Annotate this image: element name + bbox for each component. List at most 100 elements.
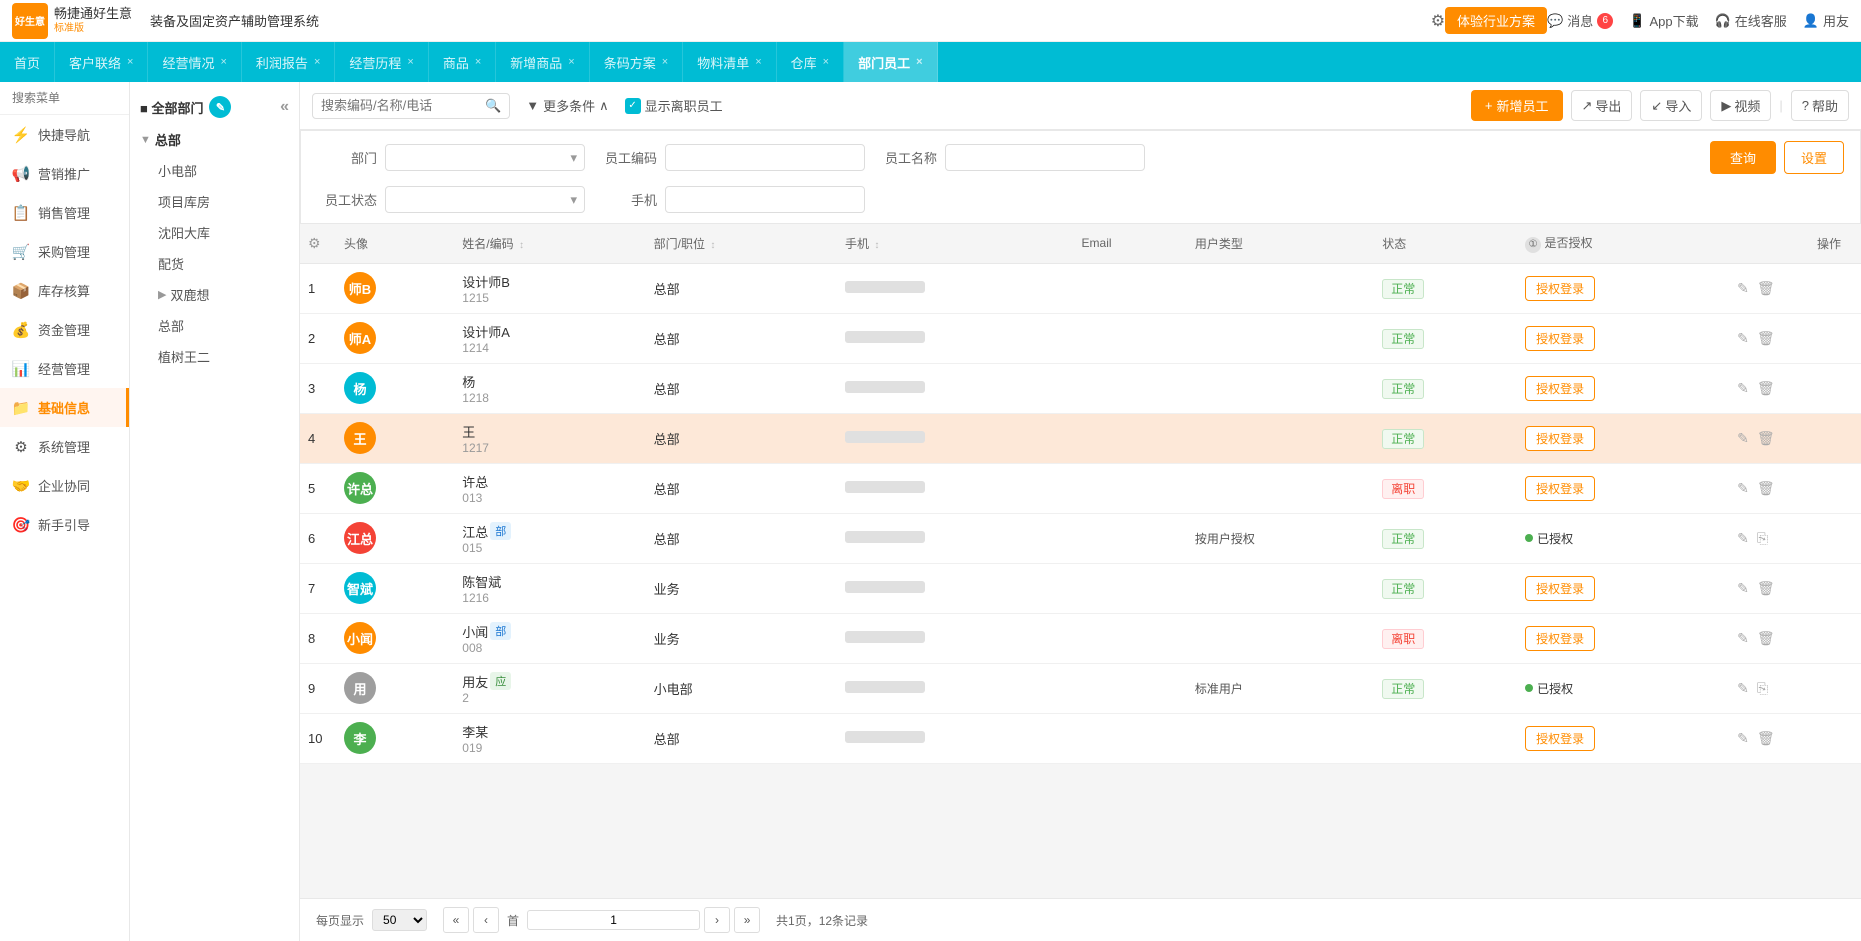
tab-close-history[interactable]: × [407, 56, 413, 68]
auth-button[interactable]: 授权登录 [1525, 476, 1595, 501]
edit-icon[interactable]: ✎ [1737, 380, 1749, 397]
auth-button[interactable]: 授权登录 [1525, 576, 1595, 601]
dept-item-xiaodian[interactable]: 小电部 [150, 155, 299, 186]
settings-icon[interactable]: ⚙ [1431, 11, 1445, 31]
import-button[interactable]: ↙ 导入 [1640, 90, 1702, 121]
delete-icon[interactable]: 🗑 [1757, 280, 1775, 297]
tab-close-operation[interactable]: × [220, 56, 226, 68]
add-employee-button[interactable]: + 新增员工 [1471, 90, 1563, 121]
sidebar-item-collab[interactable]: 🤝 企业协同 [0, 466, 129, 505]
tab-history[interactable]: 经营历程× [335, 42, 428, 82]
dept-tree-collapse[interactable]: « [280, 98, 289, 116]
next-page-button[interactable]: › [704, 907, 730, 933]
filter-setting-button[interactable]: 设置 [1784, 141, 1844, 174]
edit-icon[interactable]: ✎ [1737, 730, 1749, 747]
delete-icon[interactable]: 🗑 [1757, 730, 1775, 747]
user-action[interactable]: 👤 用友 [1803, 11, 1849, 30]
sidebar-item-quicknav[interactable]: ⚡ 快捷导航 [0, 115, 129, 154]
first-page-button[interactable]: « [443, 907, 469, 933]
online-service-action[interactable]: 🎧 在线客服 [1715, 11, 1787, 30]
sidebar-item-inventory[interactable]: 📦 库存核算 [0, 271, 129, 310]
dept-item-zhishu[interactable]: 植树王二 [150, 341, 299, 372]
page-number-input[interactable] [527, 910, 700, 930]
employee-search-input[interactable] [321, 98, 481, 113]
tab-home[interactable]: 首页 [0, 42, 55, 82]
sidebar-search-input[interactable] [12, 91, 130, 105]
emp-name-input[interactable] [945, 144, 1145, 171]
experience-button[interactable]: 体验行业方案 [1445, 7, 1547, 34]
edit-icon[interactable]: ✎ [1737, 480, 1749, 497]
edit-icon[interactable]: ✎ [1737, 430, 1749, 447]
sidebar-item-management[interactable]: 📊 经营管理 [0, 349, 129, 388]
edit-icon[interactable]: ✎ [1737, 280, 1749, 297]
emp-status-select[interactable] [385, 186, 585, 213]
phone-input[interactable] [665, 186, 865, 213]
help-button[interactable]: ? 帮助 [1791, 90, 1849, 121]
dept-select[interactable] [385, 144, 585, 171]
delete-icon[interactable]: 🗑 [1757, 480, 1775, 497]
auth-button[interactable]: 授权登录 [1525, 276, 1595, 301]
tab-product[interactable]: 商品× [429, 42, 496, 82]
tab-warehouse[interactable]: 仓库× [777, 42, 844, 82]
dept-item-zongbu[interactable]: 总部 [150, 310, 299, 341]
auth-button[interactable]: 授权登录 [1525, 626, 1595, 651]
tab-close-new-product[interactable]: × [568, 56, 574, 68]
tab-bom[interactable]: 物料清单× [683, 42, 776, 82]
edit-icon[interactable]: ✎ [1737, 530, 1749, 547]
show-resign-toggle[interactable]: ✓ 显示离职员工 [625, 96, 723, 115]
sidebar-item-finance[interactable]: 💰 资金管理 [0, 310, 129, 349]
export-button[interactable]: ↗ 导出 [1571, 90, 1633, 121]
dept-item-shuanglu[interactable]: ▶ 双鹿想 [150, 279, 299, 310]
delete-icon[interactable]: 🗑 [1757, 380, 1775, 397]
tab-operation[interactable]: 经营情况× [148, 42, 241, 82]
dept-item-project[interactable]: 项目库房 [150, 186, 299, 217]
page-size-select[interactable]: 50 100 200 [372, 909, 427, 931]
edit-icon[interactable]: ✎ [1737, 580, 1749, 597]
tab-new-product[interactable]: 新增商品× [496, 42, 589, 82]
sidebar-item-system[interactable]: ⚙ 系统管理 [0, 427, 129, 466]
delete-icon[interactable]: 🗑 [1757, 630, 1775, 647]
auth-button[interactable]: 授权登录 [1525, 326, 1595, 351]
auth-info-icon[interactable]: ① [1525, 237, 1541, 253]
edit-icon[interactable]: ✎ [1737, 330, 1749, 347]
sidebar-item-sales[interactable]: 📋 销售管理 [0, 193, 129, 232]
checkbox-icon[interactable]: ✓ [625, 98, 641, 114]
dept-item-peihua[interactable]: 配货 [150, 248, 299, 279]
auth-button[interactable]: 授权登录 [1525, 726, 1595, 751]
tab-close-product[interactable]: × [475, 56, 481, 68]
message-action[interactable]: 💬 消息 6 [1547, 11, 1613, 30]
delete-icon[interactable]: 🗑 [1757, 580, 1775, 597]
auth-button[interactable]: 授权登录 [1525, 376, 1595, 401]
more-filter-button[interactable]: ▼ 更多条件 ∧ [518, 92, 616, 119]
edit-icon[interactable]: ✎ [1737, 630, 1749, 647]
delete-icon[interactable]: 🗑 [1757, 330, 1775, 347]
tab-customer[interactable]: 客户联络× [55, 42, 148, 82]
prev-page-button[interactable]: ‹ [473, 907, 499, 933]
tab-barcode[interactable]: 条码方案× [590, 42, 683, 82]
app-download-action[interactable]: 📱 App下载 [1629, 11, 1698, 30]
dept-group-head-label[interactable]: ▼ 总部 [130, 124, 299, 155]
tab-close-profit[interactable]: × [314, 56, 320, 68]
copy-icon[interactable]: ⎘ [1757, 530, 1768, 547]
tab-close-barcode[interactable]: × [662, 56, 668, 68]
tab-profit[interactable]: 利润报告× [242, 42, 335, 82]
sidebar-item-basic[interactable]: 📁 基础信息 [0, 388, 129, 427]
dept-item-shenyang[interactable]: 沈阳大库 [150, 217, 299, 248]
video-button[interactable]: ▶ 视频 [1710, 90, 1771, 121]
edit-icon[interactable]: ✎ [1737, 680, 1749, 697]
emp-code-input[interactable] [665, 144, 865, 171]
tab-close-bom[interactable]: × [755, 56, 761, 68]
delete-icon[interactable]: 🗑 [1757, 430, 1775, 447]
auth-button[interactable]: 授权登录 [1525, 426, 1595, 451]
search-button[interactable]: 查询 [1710, 141, 1776, 174]
sidebar-item-marketing[interactable]: 📢 营销推广 [0, 154, 129, 193]
last-page-button[interactable]: » [734, 907, 760, 933]
tab-close-employee[interactable]: × [916, 56, 922, 68]
tab-employee[interactable]: 部门员工× [844, 42, 937, 82]
tab-close-customer[interactable]: × [127, 56, 133, 68]
tab-close-warehouse[interactable]: × [823, 56, 829, 68]
sidebar-item-guide[interactable]: 🎯 新手引导 [0, 505, 129, 544]
copy-icon[interactable]: ⎘ [1757, 680, 1768, 697]
sidebar-item-purchase[interactable]: 🛒 采购管理 [0, 232, 129, 271]
dept-edit-icon[interactable]: ✎ [209, 96, 231, 118]
